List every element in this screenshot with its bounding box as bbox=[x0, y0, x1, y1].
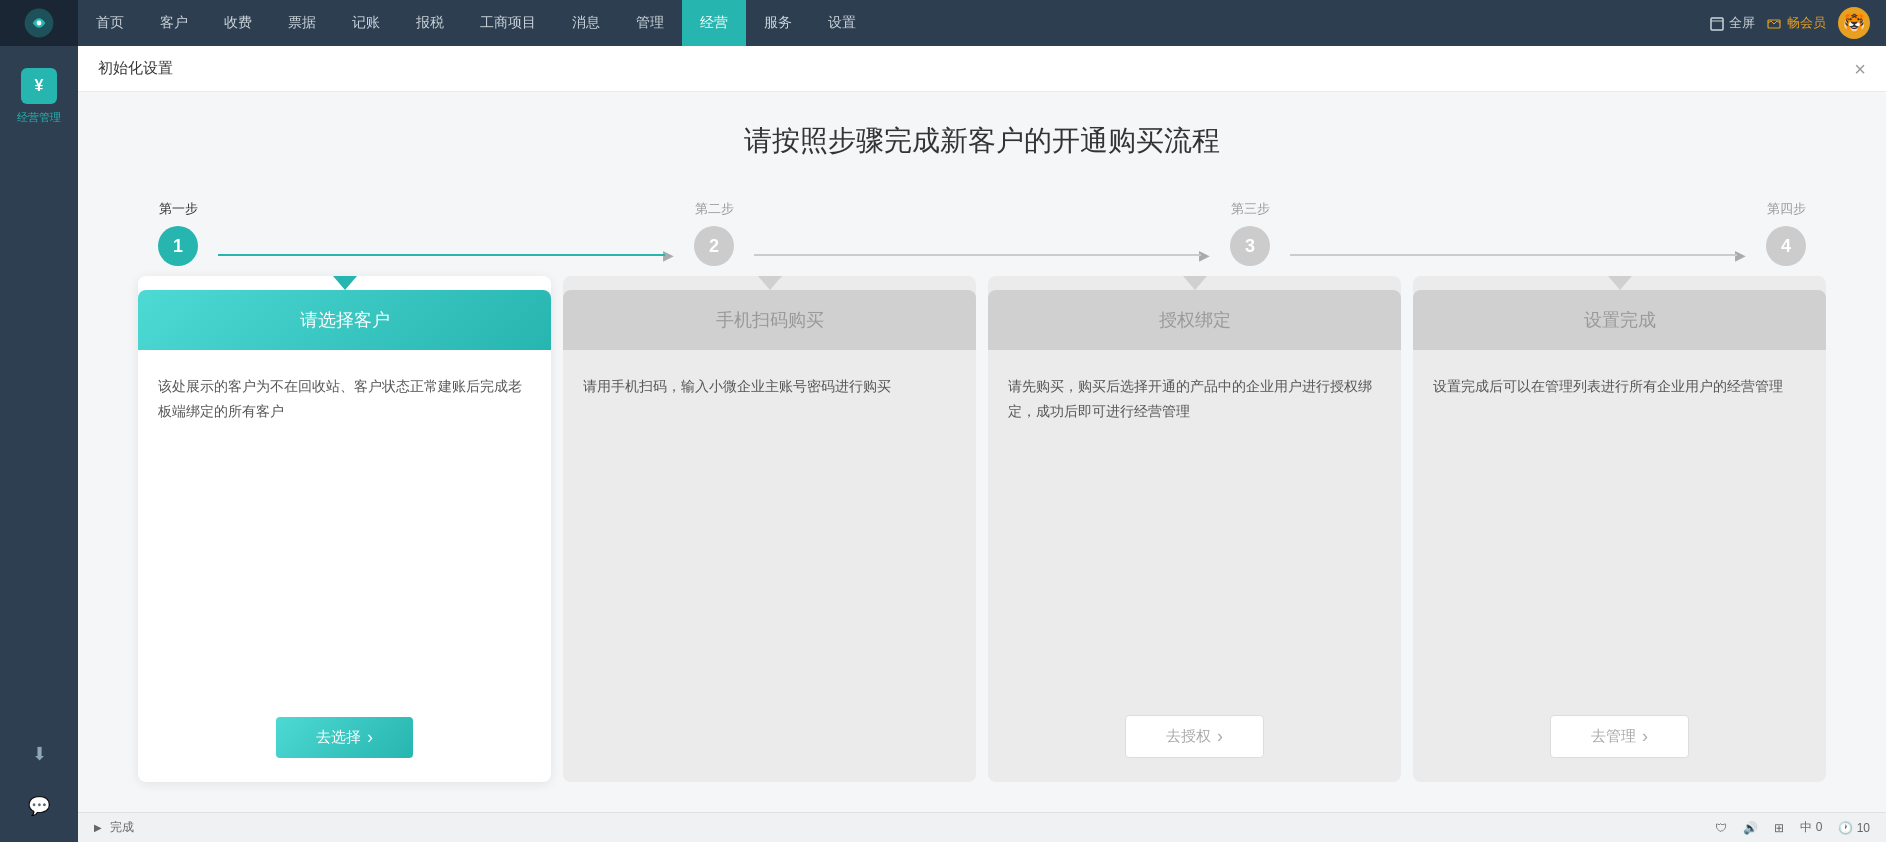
volume-icon: 🔊 bbox=[1743, 821, 1758, 835]
connector-2: ▶ bbox=[754, 248, 1210, 262]
nav-items: 首页 客户 收费 票据 记账 报税 工商项目 消息 管理 经营 服务 设置 bbox=[78, 0, 1710, 46]
user-avatar[interactable]: 🐯 bbox=[1838, 7, 1870, 39]
nav-manage[interactable]: 管理 bbox=[618, 0, 682, 46]
main-content: 初始化设置 × 请按照步骤完成新客户的开通购买流程 第一步 1 ▶ bbox=[78, 46, 1886, 842]
wizard-container: 请按照步骤完成新客户的开通购买流程 第一步 1 ▶ 第二步 2 bbox=[78, 92, 1886, 812]
connector-3: ▶ bbox=[1290, 248, 1746, 262]
nav-operation[interactable]: 经营 bbox=[682, 0, 746, 46]
nav-fee[interactable]: 收费 bbox=[206, 0, 270, 46]
nav-business[interactable]: 工商项目 bbox=[462, 0, 554, 46]
step-2-label: 第二步 bbox=[695, 200, 734, 218]
nav-message[interactable]: 消息 bbox=[554, 0, 618, 46]
card-3-action-button[interactable]: 去授权 › bbox=[1125, 715, 1264, 758]
step-3-circle: 3 bbox=[1230, 226, 1270, 266]
sidebar-bottom: ⬇ 💬 bbox=[0, 728, 78, 842]
nav-service[interactable]: 服务 bbox=[746, 0, 810, 46]
card-4-action-button[interactable]: 去管理 › bbox=[1550, 715, 1689, 758]
status-bar: ▶ 完成 🛡 🔊 ⊞ 中 0 🕐 10 bbox=[78, 812, 1886, 842]
yuan-icon: ¥ bbox=[21, 68, 57, 104]
connector-line-1 bbox=[218, 254, 665, 256]
card-3: 授权绑定 请先购买，购买后选择开通的产品中的企业用户进行授权绑定，成功后即可进行… bbox=[988, 276, 1401, 782]
clock-icon: 🕐 10 bbox=[1838, 821, 1870, 835]
card-pointer-2 bbox=[758, 276, 782, 290]
fullscreen-btn[interactable]: 全屏 bbox=[1710, 14, 1756, 32]
card-1: 请选择客户 该处展示的客户为不在回收站、客户状态正常建账后完成老板端绑定的所有客… bbox=[138, 276, 551, 782]
step-1-label: 第一步 bbox=[159, 200, 198, 218]
card-3-header: 授权绑定 bbox=[988, 290, 1401, 350]
download-icon: ⬇ bbox=[25, 740, 53, 768]
step-2-circle: 2 bbox=[694, 226, 734, 266]
wizard-title: 请按照步骤完成新客户的开通购买流程 bbox=[744, 122, 1220, 160]
connector-line-2 bbox=[754, 254, 1201, 256]
logo[interactable] bbox=[0, 0, 78, 46]
connector-1: ▶ bbox=[218, 248, 674, 262]
grid-icon: ⊞ bbox=[1774, 821, 1784, 835]
nav-settings[interactable]: 设置 bbox=[810, 0, 874, 46]
step-4-label: 第四步 bbox=[1767, 200, 1806, 218]
step-4-col: 第四步 4 bbox=[1746, 200, 1826, 266]
card-2: 手机扫码购买 请用手机扫码，输入小微企业主账号密码进行购买 bbox=[563, 276, 976, 782]
close-button[interactable]: × bbox=[1854, 59, 1866, 79]
input-status: 中 0 bbox=[1800, 819, 1822, 836]
top-navigation: 首页 客户 收费 票据 记账 报税 工商项目 消息 管理 经营 服务 设置 全屏… bbox=[0, 0, 1886, 46]
connector-line-3 bbox=[1290, 254, 1737, 256]
card-2-header: 手机扫码购买 bbox=[563, 290, 976, 350]
card-1-btn-label: 去选择 bbox=[316, 728, 361, 747]
card-3-btn-icon: › bbox=[1217, 726, 1223, 747]
card-3-footer: 去授权 › bbox=[988, 699, 1401, 782]
page-title: 初始化设置 bbox=[98, 59, 173, 78]
sidebar-item-operation[interactable]: ¥ 经营管理 bbox=[0, 56, 78, 137]
step-3-label: 第三步 bbox=[1231, 200, 1270, 218]
card-4-btn-icon: › bbox=[1642, 726, 1648, 747]
chat-icon: 💬 bbox=[25, 792, 53, 820]
step-1-circle: 1 bbox=[158, 226, 198, 266]
card-1-action-button[interactable]: 去选择 › bbox=[276, 717, 413, 758]
card-pointer-4 bbox=[1608, 276, 1632, 290]
card-4: 设置完成 设置完成后可以在管理列表进行所有企业用户的经营管理 去管理 › bbox=[1413, 276, 1826, 782]
card-4-body: 设置完成后可以在管理列表进行所有企业用户的经营管理 bbox=[1413, 350, 1826, 699]
step-4-circle: 4 bbox=[1766, 226, 1806, 266]
vip-btn[interactable]: 畅会员 bbox=[1767, 14, 1826, 32]
play-icon: ▶ bbox=[94, 822, 102, 833]
card-2-footer bbox=[563, 742, 976, 782]
step-1-col: 第一步 1 bbox=[138, 200, 218, 266]
card-pointer-3 bbox=[1183, 276, 1207, 290]
main-layout: ¥ 经营管理 ⬇ 💬 初始化设置 × 请按照步骤完成新客户的开通购买流程 bbox=[0, 46, 1886, 842]
nav-tax[interactable]: 报税 bbox=[398, 0, 462, 46]
nav-customer[interactable]: 客户 bbox=[142, 0, 206, 46]
card-3-btn-label: 去授权 bbox=[1166, 727, 1211, 746]
nav-bookkeeping[interactable]: 记账 bbox=[334, 0, 398, 46]
card-4-btn-label: 去管理 bbox=[1591, 727, 1636, 746]
svg-rect-2 bbox=[1711, 18, 1723, 30]
card-2-body: 请用手机扫码，输入小微企业主账号密码进行购买 bbox=[563, 350, 976, 742]
svg-point-1 bbox=[37, 21, 42, 26]
sidebar-download[interactable]: ⬇ bbox=[0, 728, 78, 780]
card-pointer-1 bbox=[333, 276, 357, 290]
card-1-body: 该处展示的客户为不在回收站、客户状态正常建账后完成老板端绑定的所有客户 bbox=[138, 350, 551, 701]
shield-icon: 🛡 bbox=[1715, 821, 1727, 835]
card-1-footer: 去选择 › bbox=[138, 701, 551, 782]
sidebar: ¥ 经营管理 ⬇ 💬 bbox=[0, 46, 78, 842]
card-1-header: 请选择客户 bbox=[138, 290, 551, 350]
cards-row: 请选择客户 该处展示的客户为不在回收站、客户状态正常建账后完成老板端绑定的所有客… bbox=[138, 276, 1826, 782]
card-4-footer: 去管理 › bbox=[1413, 699, 1826, 782]
card-3-body: 请先购买，购买后选择开通的产品中的企业用户进行授权绑定，成功后即可进行经营管理 bbox=[988, 350, 1401, 699]
sidebar-chat[interactable]: 💬 bbox=[0, 780, 78, 832]
nav-home[interactable]: 首页 bbox=[78, 0, 142, 46]
page-header: 初始化设置 × bbox=[78, 46, 1886, 92]
status-label: 完成 bbox=[110, 819, 134, 836]
sidebar-label-operation: 经营管理 bbox=[17, 110, 61, 125]
nav-right: 全屏 畅会员 🐯 bbox=[1710, 7, 1886, 39]
step-3-col: 第三步 3 bbox=[1210, 200, 1290, 266]
card-1-btn-icon: › bbox=[367, 727, 373, 748]
card-4-header: 设置完成 bbox=[1413, 290, 1826, 350]
step-2-col: 第二步 2 bbox=[674, 200, 754, 266]
steps-wrapper: 第一步 1 ▶ 第二步 2 ▶ bbox=[138, 200, 1826, 266]
status-bar-right: 🛡 🔊 ⊞ 中 0 🕐 10 bbox=[1715, 819, 1870, 836]
nav-invoice[interactable]: 票据 bbox=[270, 0, 334, 46]
